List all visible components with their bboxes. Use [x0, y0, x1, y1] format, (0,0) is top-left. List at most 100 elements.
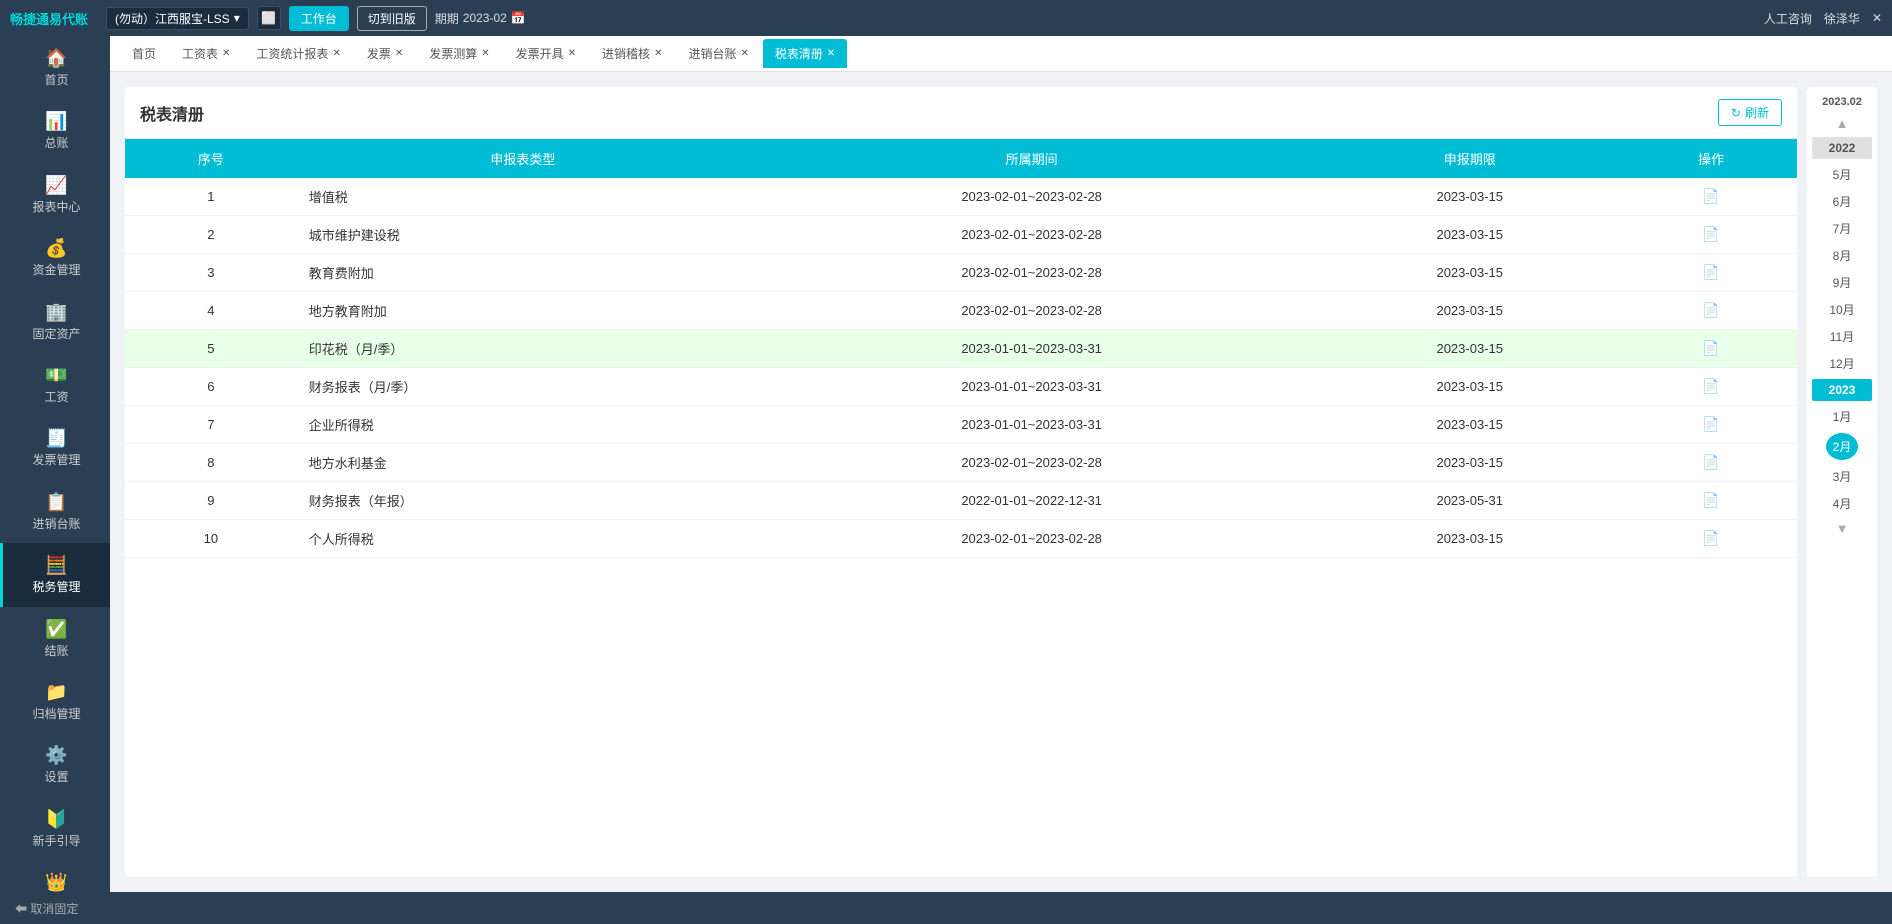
cell-action[interactable]: 📄: [1625, 330, 1797, 368]
tab-salary[interactable]: 工资表 ✕: [170, 39, 242, 68]
month-item-2023-4月[interactable]: 4月: [1807, 490, 1877, 517]
month-item-2022-10月[interactable]: 10月: [1807, 296, 1877, 323]
year-label-2022: 2022: [1812, 137, 1872, 159]
tab-purchase_check[interactable]: 进销稽核✕: [590, 39, 674, 68]
tab-invoice_calc[interactable]: 发票测算✕: [417, 39, 501, 68]
sidebar-item-member[interactable]: 👑畅会员: [0, 860, 110, 892]
sidebar-item-report[interactable]: 📈报表中心: [0, 163, 110, 226]
cell-period: 2023-01-01~2023-03-31: [749, 330, 1314, 368]
month-item-2022-9月[interactable]: 9月: [1807, 269, 1877, 296]
company-selector[interactable]: (勿动）江西服宝-LSS ▾: [106, 7, 249, 30]
col-type: 申报表类型: [297, 139, 749, 178]
cell-action[interactable]: 📄: [1625, 254, 1797, 292]
cell-action[interactable]: 📄: [1625, 178, 1797, 216]
member-icon: 👑: [45, 872, 67, 892]
date-panel-up-arrow[interactable]: ▲: [1807, 112, 1877, 135]
table-row: 5印花税（月/季）2023-01-01~2023-03-312023-03-15…: [125, 330, 1797, 368]
cell-deadline: 2023-03-15: [1314, 216, 1625, 254]
month-item-2023-1月[interactable]: 1月: [1807, 403, 1877, 430]
tab-close-purchase_check[interactable]: ✕: [654, 48, 662, 59]
sidebar-label-settings: 设置: [44, 770, 68, 784]
cell-action[interactable]: 📄: [1625, 444, 1797, 482]
tab-close-salary[interactable]: ✕: [222, 48, 230, 59]
user-menu[interactable]: 徐泽华: [1824, 10, 1860, 27]
sidebar-label-guide: 新手引导: [32, 834, 80, 848]
unpin-button[interactable]: ⬅ 取消固定: [15, 900, 78, 917]
chevron-up-icon: ▲: [1836, 116, 1849, 131]
cell-action[interactable]: 📄: [1625, 216, 1797, 254]
sidebar-item-tax[interactable]: 🧮税务管理: [0, 543, 110, 606]
sidebar-item-settings[interactable]: ⚙️设置: [0, 733, 110, 796]
tab-home[interactable]: 首页: [120, 39, 168, 68]
cell-action[interactable]: 📄: [1625, 292, 1797, 330]
sidebar-label-settlement: 结账: [44, 644, 68, 658]
tab-salary_report[interactable]: 工资统计报表✕: [244, 39, 352, 68]
tab-purchase_ledger[interactable]: 进销台账 ✕: [676, 39, 760, 68]
tab-close-invoice_open[interactable]: ✕: [568, 48, 576, 59]
tab-label-purchase_ledger: 进销台账: [688, 45, 736, 62]
cell-action[interactable]: 📄: [1625, 368, 1797, 406]
sidebar-item-invoice[interactable]: 🧾发票管理: [0, 416, 110, 479]
sidebar-item-salary[interactable]: 💵工资: [0, 353, 110, 416]
action-icon-4[interactable]: 📄: [1702, 302, 1719, 318]
company-name: (勿动）江西服宝-LSS: [115, 10, 230, 27]
refresh-icon: ↻: [1731, 106, 1741, 120]
sidebar-item-guide[interactable]: 🔰新手引导: [0, 797, 110, 860]
customer-service-link[interactable]: 人工咨询: [1764, 10, 1812, 27]
action-icon-8[interactable]: 📄: [1702, 454, 1719, 470]
sidebar-label-report: 报表中心: [32, 200, 80, 214]
action-icon-1[interactable]: 📄: [1702, 188, 1719, 204]
page-content: 税表清册 ↻ 刷新 序号申报表类型所属期间申报期限操作 1增值税2023-02-…: [110, 72, 1892, 892]
panel-header: 税表清册 ↻ 刷新: [125, 87, 1797, 139]
cell-deadline: 2023-03-15: [1314, 178, 1625, 216]
cell-action[interactable]: 📄: [1625, 406, 1797, 444]
close-icon[interactable]: ✕: [1872, 11, 1882, 25]
main-layout: 🏠首页📊总账📈报表中心💰资金管理🏢固定资产💵工资🧾发票管理📋进销台账🧮税务管理✅…: [0, 36, 1892, 892]
month-item-2022-6月[interactable]: 6月: [1807, 188, 1877, 215]
sidebar-item-asset[interactable]: 🏢固定资产: [0, 290, 110, 353]
top-bar: 畅捷通易代账 (勿动）江西服宝-LSS ▾ ⬜ 工作台 切到旧版 期期 2023…: [0, 0, 1892, 36]
switch-version-button[interactable]: 切到旧版: [357, 6, 427, 31]
month-item-2022-7月[interactable]: 7月: [1807, 215, 1877, 242]
sidebar-item-home[interactable]: 🏠首页: [0, 36, 110, 99]
cell-action[interactable]: 📄: [1625, 520, 1797, 558]
refresh-button[interactable]: ↻ 刷新: [1718, 99, 1782, 126]
sidebar-item-settlement[interactable]: ✅结账: [0, 607, 110, 670]
action-icon-7[interactable]: 📄: [1702, 416, 1719, 432]
tab-close-invoice_calc[interactable]: ✕: [481, 48, 489, 59]
copy-icon[interactable]: ⬜: [257, 6, 281, 30]
sidebar-item-fund[interactable]: 💰资金管理: [0, 226, 110, 289]
month-item-2022-8月[interactable]: 8月: [1807, 242, 1877, 269]
invoice-icon: 🧾: [45, 428, 67, 449]
tab-invoice_open[interactable]: 发票开具✕: [504, 39, 588, 68]
cell-action[interactable]: 📄: [1625, 482, 1797, 520]
month-item-2022-5月[interactable]: 5月: [1807, 161, 1877, 188]
action-icon-5[interactable]: 📄: [1702, 340, 1719, 356]
calendar-icon[interactable]: 📅: [511, 11, 526, 25]
tab-close-salary_report[interactable]: ✕: [332, 48, 340, 59]
action-icon-2[interactable]: 📄: [1702, 226, 1719, 242]
tax-icon: 🧮: [45, 555, 67, 576]
sidebar-item-ledger[interactable]: 📊总账: [0, 99, 110, 162]
date-panel-down-arrow[interactable]: ▼: [1807, 517, 1877, 540]
period-label: 期期: [435, 10, 459, 27]
sidebar-item-purchase[interactable]: 📋进销台账: [0, 480, 110, 543]
action-icon-10[interactable]: 📄: [1702, 530, 1719, 546]
tab-close-tax_register[interactable]: ✕: [827, 48, 835, 59]
cell-deadline: 2023-05-31: [1314, 482, 1625, 520]
month-item-2023-2月[interactable]: 2月: [1826, 433, 1858, 460]
action-icon-9[interactable]: 📄: [1702, 492, 1719, 508]
tab-label-salary: 工资表: [182, 45, 218, 62]
month-item-2022-11月[interactable]: 11月: [1807, 323, 1877, 350]
tab-close-invoice[interactable]: ✕: [395, 48, 403, 59]
month-item-2022-12月[interactable]: 12月: [1807, 350, 1877, 377]
tab-invoice[interactable]: 发票✕: [355, 39, 415, 68]
workbench-button[interactable]: 工作台: [289, 6, 349, 31]
month-item-2023-3月[interactable]: 3月: [1807, 463, 1877, 490]
tab-tax_register[interactable]: 税表清册✕: [763, 39, 847, 68]
tab-close-purchase_ledger[interactable]: ✕: [740, 48, 748, 59]
action-icon-3[interactable]: 📄: [1702, 264, 1719, 280]
action-icon-6[interactable]: 📄: [1702, 378, 1719, 394]
sidebar-label-salary: 工资: [44, 390, 68, 404]
sidebar-item-archive[interactable]: 📁归档管理: [0, 670, 110, 733]
